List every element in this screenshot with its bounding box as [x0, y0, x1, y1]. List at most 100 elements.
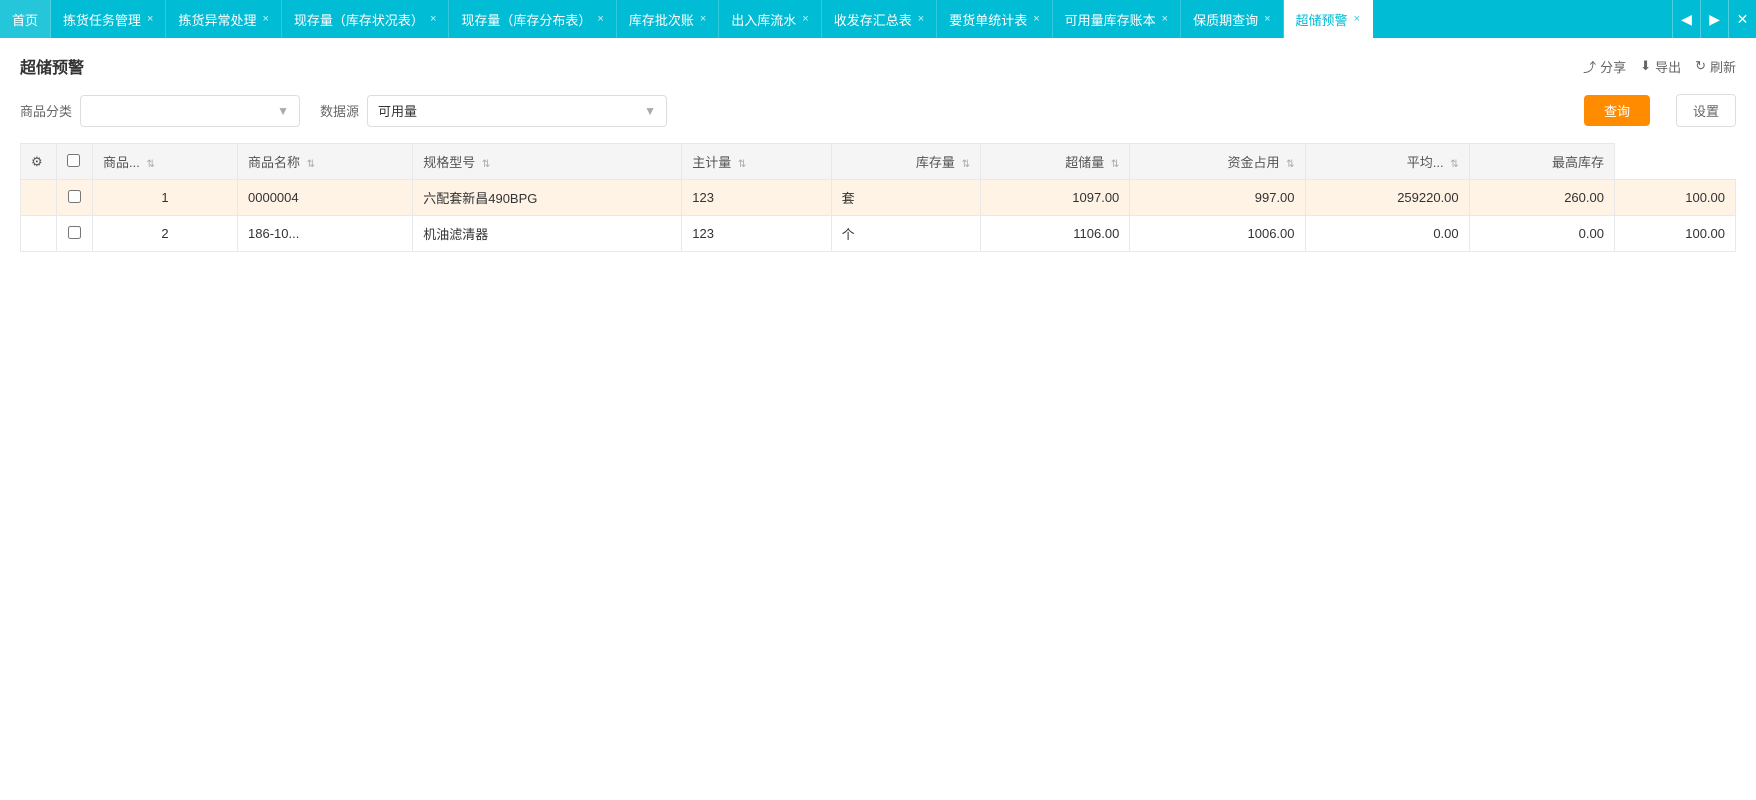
- nav-stock-batch[interactable]: 库存批次账 ×: [617, 0, 719, 38]
- sort-icon: ⇅: [307, 159, 315, 170]
- nav-stock-distribution[interactable]: 现存量（库存分布表） ×: [449, 0, 616, 38]
- close-icon[interactable]: ×: [1033, 13, 1039, 25]
- th-name[interactable]: 商品名称 ⇅: [238, 144, 413, 180]
- td-spec: 123: [682, 216, 831, 252]
- header-actions: ⤴ 分享 ⬇ 导出 ↻ 刷新: [1583, 57, 1736, 76]
- td-spec: 123: [682, 180, 831, 216]
- close-icon[interactable]: ×: [147, 13, 153, 25]
- share-icon: ⤴: [1583, 57, 1596, 76]
- nav-close-all-button[interactable]: ✕: [1728, 0, 1756, 38]
- nav-arrows: ◀ ▶ ✕: [1672, 0, 1756, 38]
- select-all-checkbox[interactable]: [67, 154, 80, 167]
- datasource-label: 数据源: [320, 101, 359, 120]
- td-overflow: 997.00: [1130, 180, 1305, 216]
- table-row: 1 0000004 六配套新昌490BPG 123 套 1097.00 997.…: [21, 180, 1736, 216]
- nav-stock-status[interactable]: 现存量（库存状况表） ×: [282, 0, 449, 38]
- nav-home[interactable]: 首页: [0, 0, 51, 38]
- row-checkbox[interactable]: [68, 226, 81, 239]
- category-select[interactable]: ▼: [80, 95, 300, 127]
- td-checkbox[interactable]: [57, 216, 93, 252]
- refresh-icon: ↻: [1695, 58, 1706, 74]
- category-filter: 商品分类 ▼: [20, 95, 300, 127]
- sort-icon: ⇅: [1286, 159, 1294, 170]
- th-overflow[interactable]: 超储量 ⇅: [980, 144, 1129, 180]
- td-capital: 0.00: [1305, 216, 1469, 252]
- close-icon[interactable]: ×: [802, 13, 808, 25]
- nav-picking-exception[interactable]: 拣货异常处理 ×: [166, 0, 281, 38]
- row-checkbox[interactable]: [68, 190, 81, 203]
- td-avg: 260.00: [1469, 180, 1614, 216]
- td-code: 186-10...: [238, 216, 413, 252]
- td-max-stock: 100.00: [1614, 180, 1735, 216]
- page-content: 超储预警 ⤴ 分享 ⬇ 导出 ↻ 刷新 商品分类 ▼ 数据源: [0, 38, 1756, 800]
- close-icon[interactable]: ×: [700, 13, 706, 25]
- td-unit: 套: [831, 180, 980, 216]
- close-icon[interactable]: ×: [918, 13, 924, 25]
- td-avg: 0.00: [1469, 216, 1614, 252]
- th-max-stock: 最高库存: [1469, 144, 1614, 180]
- td-capital: 259220.00: [1305, 180, 1469, 216]
- nav-overstock-warning[interactable]: 超储预警 ×: [1284, 0, 1373, 38]
- sort-icon: ⇅: [1111, 159, 1119, 170]
- page-title: 超储预警: [20, 54, 84, 78]
- nav-picking-task[interactable]: 拣货任务管理 ×: [51, 0, 166, 38]
- td-max-stock: 100.00: [1614, 216, 1735, 252]
- th-spec[interactable]: 规格型号 ⇅: [413, 144, 682, 180]
- export-icon: ⬇: [1640, 58, 1651, 74]
- close-icon[interactable]: ×: [430, 13, 436, 25]
- td-stock: 1106.00: [980, 216, 1129, 252]
- th-unit[interactable]: 主计量 ⇅: [682, 144, 831, 180]
- datasource-value: 可用量: [378, 101, 417, 120]
- nav-next-button[interactable]: ▶: [1700, 0, 1728, 38]
- datasource-select[interactable]: 可用量 ▼: [367, 95, 667, 127]
- nav-prev-button[interactable]: ◀: [1672, 0, 1700, 38]
- th-settings: ⚙: [21, 144, 57, 180]
- td-unit: 个: [831, 216, 980, 252]
- close-icon[interactable]: ×: [262, 13, 268, 25]
- sort-icon: ⇅: [482, 159, 490, 170]
- td-settings: [21, 180, 57, 216]
- nav-receive-summary[interactable]: 收发存汇总表 ×: [822, 0, 937, 38]
- td-checkbox[interactable]: [57, 180, 93, 216]
- th-stock[interactable]: 库存量 ⇅: [831, 144, 980, 180]
- chevron-down-icon: ▼: [277, 104, 289, 118]
- share-button[interactable]: ⤴ 分享: [1583, 57, 1626, 76]
- td-name: 机油滤清器: [413, 216, 682, 252]
- td-name: 六配套新昌490BPG: [413, 180, 682, 216]
- td-stock: 1097.00: [980, 180, 1129, 216]
- close-icon[interactable]: ×: [1162, 13, 1168, 25]
- sort-icon: ⇅: [962, 159, 970, 170]
- settings-button[interactable]: 设置: [1676, 94, 1736, 127]
- nav-usable-stock[interactable]: 可用量库存账本 ×: [1053, 0, 1181, 38]
- chevron-down-icon: ▼: [644, 104, 656, 118]
- close-icon[interactable]: ×: [1264, 13, 1270, 25]
- td-overflow: 1006.00: [1130, 216, 1305, 252]
- sort-icon: ⇅: [738, 159, 746, 170]
- th-capital[interactable]: 资金占用 ⇅: [1130, 144, 1305, 180]
- nav-inout-flow[interactable]: 出入库流水 ×: [719, 0, 821, 38]
- top-navigation: 首页 拣货任务管理 × 拣货异常处理 × 现存量（库存状况表） × 现存量（库存…: [0, 0, 1756, 38]
- filter-row: 商品分类 ▼ 数据源 可用量 ▼ 查询 设置: [20, 94, 1736, 127]
- data-table: ⚙ 商品... ⇅ 商品名称 ⇅ 规格型号 ⇅ 主计量: [20, 143, 1736, 252]
- category-label: 商品分类: [20, 101, 72, 120]
- sort-icon: ⇅: [1450, 159, 1458, 170]
- close-icon[interactable]: ×: [597, 13, 603, 25]
- export-button[interactable]: ⬇ 导出: [1640, 57, 1681, 76]
- th-avg[interactable]: 平均... ⇅: [1305, 144, 1469, 180]
- query-button[interactable]: 查询: [1584, 95, 1650, 126]
- settings-icon[interactable]: ⚙: [31, 154, 43, 169]
- refresh-button[interactable]: ↻ 刷新: [1695, 57, 1736, 76]
- sort-icon: ⇅: [146, 159, 154, 170]
- td-row-num: 1: [93, 180, 238, 216]
- th-code[interactable]: 商品... ⇅: [93, 144, 238, 180]
- table-header-row: ⚙ 商品... ⇅ 商品名称 ⇅ 规格型号 ⇅ 主计量: [21, 144, 1736, 180]
- table-row: 2 186-10... 机油滤清器 123 个 1106.00 1006.00 …: [21, 216, 1736, 252]
- th-checkbox: [57, 144, 93, 180]
- nav-order-stats[interactable]: 要货单统计表 ×: [937, 0, 1052, 38]
- page-header: 超储预警 ⤴ 分享 ⬇ 导出 ↻ 刷新: [20, 54, 1736, 78]
- td-code: 0000004: [238, 180, 413, 216]
- datasource-filter: 数据源 可用量 ▼: [320, 95, 667, 127]
- close-icon[interactable]: ×: [1354, 13, 1360, 25]
- nav-quality-period[interactable]: 保质期查询 ×: [1181, 0, 1283, 38]
- td-row-num: 2: [93, 216, 238, 252]
